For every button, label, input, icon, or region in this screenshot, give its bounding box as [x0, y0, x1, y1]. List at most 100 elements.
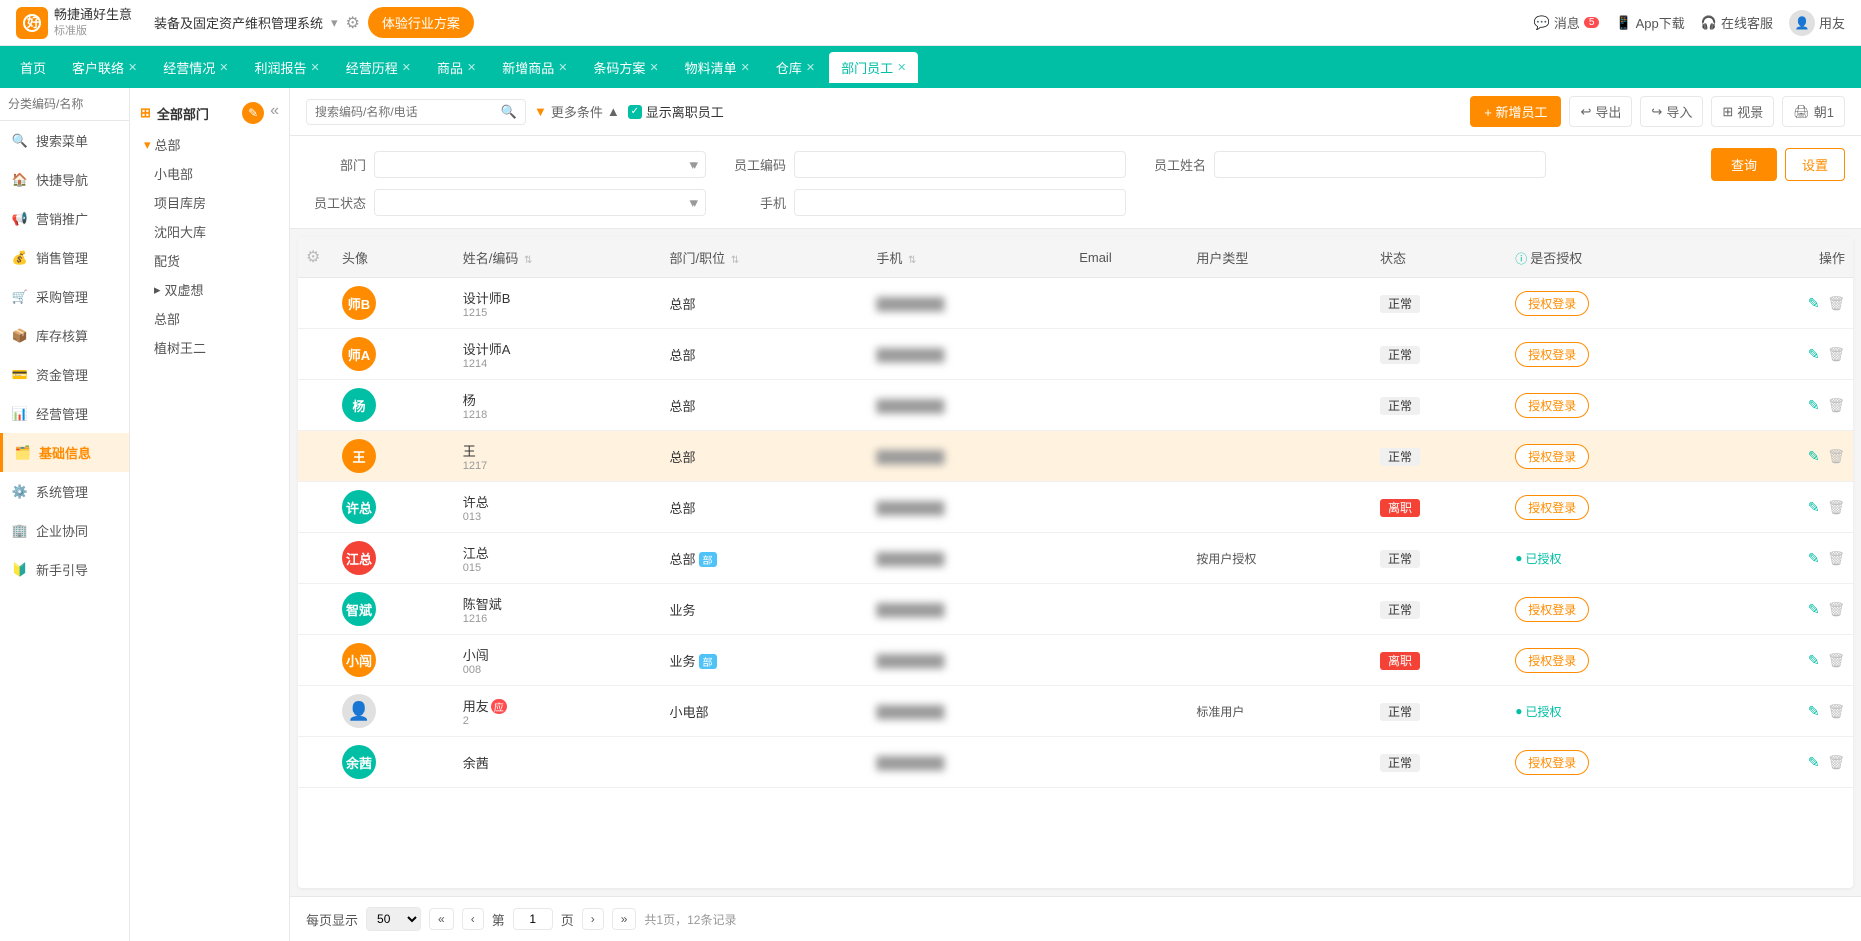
nav-close-icon[interactable]: ✕: [219, 61, 228, 74]
nav-close-icon[interactable]: ✕: [402, 61, 411, 74]
nav-warehouse[interactable]: 仓库 ✕: [764, 52, 827, 83]
delete-button[interactable]: 🗑: [1827, 346, 1845, 362]
authorize-button[interactable]: 授权登录: [1515, 393, 1589, 418]
dropdown-arrow-icon[interactable]: ▾: [331, 15, 338, 31]
sidebar-item-nav[interactable]: 🏠快捷导航: [0, 160, 129, 199]
search-input[interactable]: [315, 105, 495, 119]
nav-operation[interactable]: 经营情况 ✕: [151, 52, 240, 83]
delete-button[interactable]: 🗑: [1827, 754, 1845, 770]
edit-button[interactable]: ✎: [1808, 703, 1820, 719]
toolbar-search-icon[interactable]: 🔍: [501, 104, 517, 120]
nav-close-icon[interactable]: ✕: [806, 61, 815, 74]
nav-close-icon[interactable]: ✕: [741, 61, 750, 74]
sidebar-item-management[interactable]: 📊经营管理: [0, 394, 129, 433]
query-button[interactable]: 查询: [1711, 148, 1777, 181]
app-download-btn[interactable]: 📱 App下载: [1615, 13, 1684, 32]
nav-profit[interactable]: 利润报告 ✕: [242, 52, 331, 83]
dept-node-3[interactable]: 沈阳大库: [138, 217, 281, 246]
dept-node-4[interactable]: 配货: [138, 246, 281, 275]
delete-button[interactable]: 🗑: [1827, 550, 1845, 566]
delete-button[interactable]: 🗑: [1827, 601, 1845, 617]
authorize-button[interactable]: 授权登录: [1515, 495, 1589, 520]
delete-button[interactable]: 🗑: [1827, 397, 1845, 413]
settings-icon[interactable]: ⚙: [346, 13, 360, 33]
edit-button[interactable]: ✎: [1808, 601, 1820, 617]
dept-node-0[interactable]: ▾ 总部: [138, 130, 281, 159]
view-button[interactable]: ⊞ 视景: [1711, 96, 1774, 127]
print-button[interactable]: 🖨 朝1: [1782, 96, 1845, 127]
page-size-select[interactable]: 50 20 100: [366, 907, 421, 931]
edit-button[interactable]: ✎: [1808, 346, 1820, 362]
prev-page-button[interactable]: ‹: [462, 908, 484, 930]
delete-button[interactable]: 🗑: [1827, 448, 1845, 464]
show-resigned-toggle[interactable]: 显示离职员工: [628, 102, 724, 121]
authorize-button[interactable]: 授权登录: [1515, 444, 1589, 469]
user-menu[interactable]: 👤 用友: [1789, 10, 1845, 36]
sidebar-item-marketing[interactable]: 📢营销推广: [0, 199, 129, 238]
edit-button[interactable]: ✎: [1808, 397, 1820, 413]
delete-button[interactable]: 🗑: [1827, 703, 1845, 719]
resigned-checkbox[interactable]: [628, 105, 642, 119]
set-button[interactable]: 设置: [1785, 148, 1845, 181]
edit-button[interactable]: ✎: [1808, 652, 1820, 668]
sidebar-item-system[interactable]: ⚙️系统管理: [0, 472, 129, 511]
authorize-button[interactable]: 授权登录: [1515, 342, 1589, 367]
authorize-button[interactable]: 授权登录: [1515, 648, 1589, 673]
last-page-button[interactable]: »: [612, 908, 637, 930]
sidebar-item-finance[interactable]: 💳资金管理: [0, 355, 129, 394]
dept-node-6[interactable]: 总部: [138, 304, 281, 333]
export-button[interactable]: ↩ 导出: [1569, 96, 1632, 127]
dept-node-7[interactable]: 植树王二: [138, 333, 281, 362]
add-employee-button[interactable]: + 新增员工: [1470, 96, 1561, 127]
delete-button[interactable]: 🗑: [1827, 499, 1845, 515]
dept-node-2[interactable]: 项目库房: [138, 188, 281, 217]
nav-close-icon[interactable]: ✕: [558, 61, 567, 74]
sidebar-item-stock[interactable]: 📦库存核算: [0, 316, 129, 355]
nav-new-goods[interactable]: 新增商品 ✕: [490, 52, 579, 83]
more-filter-btn[interactable]: ▼ 更多条件 ▲: [534, 102, 620, 121]
edit-button[interactable]: ✎: [1808, 550, 1820, 566]
sidebar-item-guide[interactable]: 🔰新手引导: [0, 550, 129, 589]
sidebar-item-corp[interactable]: 🏢企业协同: [0, 511, 129, 550]
emp-code-input[interactable]: [794, 151, 1126, 178]
dept-sort-icon[interactable]: ⇅: [731, 255, 739, 266]
nav-close-active-icon[interactable]: ✕: [897, 61, 906, 74]
online-service-btn[interactable]: 🎧 在线客服: [1701, 13, 1773, 32]
dept-select[interactable]: [374, 151, 706, 178]
nav-close-icon[interactable]: ✕: [311, 61, 320, 74]
nav-close-icon[interactable]: ✕: [467, 61, 476, 74]
col-settings-icon[interactable]: ⚙: [306, 249, 320, 266]
edit-button[interactable]: ✎: [1808, 499, 1820, 515]
nav-bom[interactable]: 物料清单 ✕: [673, 52, 762, 83]
nav-goods[interactable]: 商品 ✕: [425, 52, 488, 83]
nav-dept-staff[interactable]: 部门员工 ✕: [829, 52, 918, 83]
authorize-button[interactable]: 授权登录: [1515, 291, 1589, 316]
nav-close-icon[interactable]: ✕: [649, 61, 658, 74]
authorize-button[interactable]: 授权登录: [1515, 597, 1589, 622]
nav-barcode[interactable]: 条码方案 ✕: [581, 52, 670, 83]
import-button[interactable]: ↪ 导入: [1640, 96, 1703, 127]
dept-node-5[interactable]: ▸ 双虚想: [138, 275, 281, 304]
page-number-input[interactable]: [513, 908, 553, 930]
edit-button[interactable]: ✎: [1808, 754, 1820, 770]
sidebar-item-basic[interactable]: 🗂️基础信息: [0, 433, 129, 472]
phone-input[interactable]: [794, 189, 1126, 216]
delete-button[interactable]: 🗑: [1827, 652, 1845, 668]
name-sort-icon[interactable]: ⇅: [524, 255, 532, 266]
emp-name-input[interactable]: [1214, 151, 1546, 178]
delete-button[interactable]: 🗑: [1827, 295, 1845, 311]
emp-status-select[interactable]: [374, 189, 706, 216]
sidebar-search-input[interactable]: [8, 97, 130, 111]
dept-node-1[interactable]: 小电部: [138, 159, 281, 188]
authorize-button[interactable]: 授权登录: [1515, 750, 1589, 775]
nav-home[interactable]: 首页: [8, 52, 58, 83]
nav-close-icon[interactable]: ✕: [128, 61, 137, 74]
sidebar-item-sales[interactable]: 💰销售管理: [0, 238, 129, 277]
dept-edit-button[interactable]: ✎: [242, 102, 264, 124]
nav-history[interactable]: 经营历程 ✕: [334, 52, 423, 83]
nav-customer[interactable]: 客户联络 ✕: [60, 52, 149, 83]
sidebar-item-purchase[interactable]: 🛒采购管理: [0, 277, 129, 316]
sidebar-item-search[interactable]: 🔍搜索菜单: [0, 121, 129, 160]
edit-button[interactable]: ✎: [1808, 295, 1820, 311]
next-page-button[interactable]: ›: [582, 908, 604, 930]
